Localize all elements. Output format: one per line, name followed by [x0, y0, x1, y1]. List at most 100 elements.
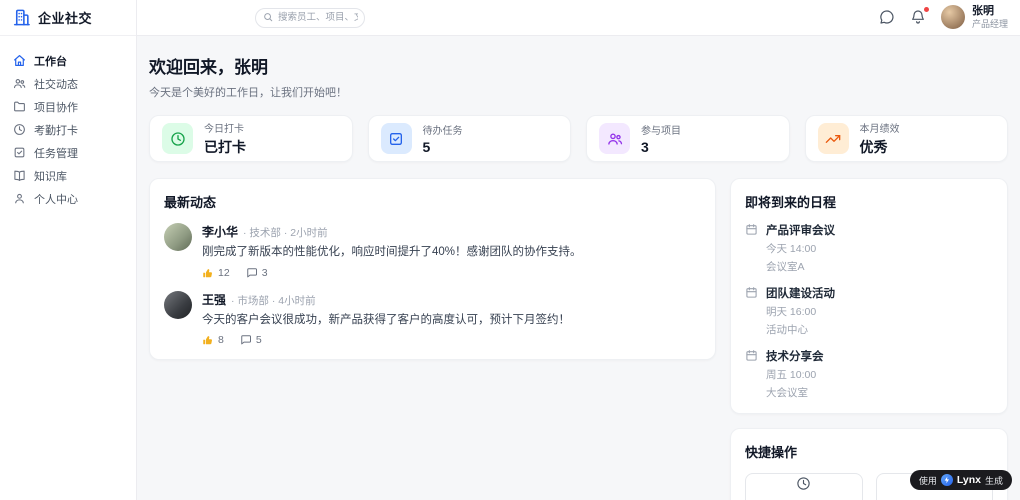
stat-label: 今日打卡	[204, 124, 244, 135]
event-title: 技术分享会	[766, 351, 824, 363]
trend-up-icon	[817, 123, 849, 154]
feed-post: 李小华 · 技术部 · 2小时前 刚完成了新版本的性能优化，响应时间提升了40%…	[164, 223, 701, 279]
thumbs-up-icon	[202, 267, 214, 279]
clock-icon	[796, 476, 811, 491]
badge-suffix: 生成	[984, 475, 1003, 486]
event-location: 大会议室	[766, 387, 808, 399]
header-actions: 张明 产品经理	[879, 5, 1020, 30]
avatar	[164, 290, 192, 319]
stat-value: 已打卡	[204, 139, 246, 155]
post-meta: · 技术部 · 2小时前	[243, 227, 328, 239]
stat-card-todo: 待办任务 5	[367, 115, 571, 162]
sidebar-item-label: 知识库	[34, 170, 67, 183]
thumbs-up-icon	[202, 334, 214, 346]
sidebar-item-workbench[interactable]: 工作台	[0, 49, 136, 72]
task-icon	[13, 146, 26, 159]
sidebar-item-label: 个人中心	[34, 193, 78, 206]
users-icon	[599, 123, 630, 154]
clock-icon	[13, 123, 26, 136]
clock-icon	[162, 123, 193, 154]
page-title: 欢迎回来，张明	[149, 58, 268, 77]
comment-button[interactable]: 5	[240, 334, 262, 346]
users-icon	[13, 77, 26, 90]
schedule-title: 即将到来的日程	[745, 195, 837, 210]
schedule-card: 即将到来的日程 产品评审会议 今天 14:00 会议室A 团队建设活动 明天 1…	[730, 178, 1008, 414]
schedule-event: 技术分享会 周五 10:00 大会议室	[745, 348, 993, 400]
like-button[interactable]: 8	[202, 334, 224, 346]
event-time: 今天 14:00	[766, 243, 817, 255]
feed-card: 最新动态 李小华 · 技术部 · 2小时前 刚完成了新版本的性能优化，响应时间提…	[149, 178, 716, 361]
chat-button[interactable]	[879, 9, 895, 25]
quick-actions-title: 快捷操作	[745, 445, 798, 460]
sidebar-item-attendance[interactable]: 考勤打卡	[0, 118, 136, 141]
stat-label: 待办任务	[422, 126, 463, 137]
stat-card-projects: 参与项目 3	[586, 115, 790, 162]
event-location: 会议室A	[766, 261, 805, 273]
comment-icon	[246, 267, 258, 279]
search-box	[255, 7, 365, 28]
comment-button[interactable]: 3	[246, 267, 268, 279]
lynx-badge[interactable]: 使用 Lynx 生成	[909, 470, 1012, 490]
page-subtitle: 今天是个美好的工作日，让我们开始吧！	[149, 87, 347, 99]
like-count: 8	[218, 334, 224, 347]
event-title: 产品评审会议	[766, 225, 835, 237]
top-bar: 张明 产品经理	[137, 0, 1020, 36]
checkin-button[interactable]: 打卡	[745, 473, 863, 500]
schedule-event: 团队建设活动 明天 16:00 活动中心	[745, 285, 993, 337]
post-content: 刚完成了新版本的性能优化，响应时间提升了40%！感谢团队的协作支持。	[202, 246, 582, 258]
sidebar-item-label: 项目协作	[34, 101, 78, 114]
chat-icon	[879, 9, 895, 25]
sidebar-item-social[interactable]: 社交动态	[0, 72, 136, 95]
post-meta: · 市场部 · 4小时前	[231, 294, 316, 307]
notifications-button[interactable]	[910, 7, 929, 25]
user-icon	[13, 192, 26, 205]
sidebar-item-knowledge[interactable]: 知识库	[0, 164, 136, 187]
sidebar-nav: 工作台 社交动态 项目协作 考勤打卡 任务管理 知识库 个人中心	[0, 36, 136, 210]
sidebar-item-projects[interactable]: 项目协作	[0, 95, 136, 118]
post-author: 王强	[202, 292, 227, 307]
post-author: 李小华	[202, 225, 239, 239]
lynx-logo-icon	[940, 474, 953, 486]
calendar-icon	[745, 286, 758, 337]
building-icon	[12, 8, 31, 27]
comment-count: 5	[255, 334, 262, 347]
feed-title: 最新动态	[164, 195, 217, 210]
comment-count: 3	[261, 266, 268, 279]
user-name: 张明	[971, 5, 994, 17]
stat-value: 优秀	[859, 139, 888, 155]
event-time: 周五 10:00	[766, 369, 817, 381]
comment-icon	[240, 334, 252, 346]
sidebar-item-label: 工作台	[34, 55, 67, 68]
sidebar-item-tasks[interactable]: 任务管理	[0, 141, 136, 164]
notification-dot	[923, 7, 929, 13]
sidebar-item-label: 社交动态	[34, 78, 78, 91]
stat-card-performance: 本月绩效 优秀	[804, 115, 1008, 162]
app-title: 企业社交	[38, 11, 93, 26]
main-content: 欢迎回来，张明 今天是个美好的工作日，让我们开始吧！ 今日打卡 已打卡 待办任务…	[137, 36, 1020, 500]
feed-post: 王强 · 市场部 · 4小时前 今天的客户会议很成功，新产品获得了客户的高度认可…	[164, 290, 701, 346]
app-logo: 企业社交	[0, 0, 136, 36]
stat-card-checkin: 今日打卡 已打卡	[149, 115, 353, 162]
search-icon	[263, 12, 273, 22]
badge-brand: Lynx	[956, 474, 981, 486]
user-menu[interactable]: 张明 产品经理	[940, 5, 1008, 30]
sidebar-item-label: 考勤打卡	[34, 124, 78, 137]
stat-label: 参与项目	[641, 126, 681, 137]
sidebar-item-label: 任务管理	[34, 147, 78, 160]
sidebar: 企业社交 工作台 社交动态 项目协作 考勤打卡 任务管理 知识库 个人中心	[0, 0, 137, 500]
sidebar-item-profile[interactable]: 个人中心	[0, 187, 136, 210]
user-role: 产品经理	[971, 19, 1008, 30]
like-button[interactable]: 12	[202, 267, 230, 279]
badge-prefix: 使用	[918, 475, 937, 486]
event-time: 明天 16:00	[766, 306, 817, 318]
calendar-icon	[745, 223, 758, 274]
schedule-event: 产品评审会议 今天 14:00 会议室A	[745, 222, 993, 274]
avatar	[940, 5, 965, 30]
stat-value: 5	[422, 139, 431, 155]
bell-icon	[910, 9, 926, 25]
event-location: 活动中心	[766, 324, 808, 336]
stats-row: 今日打卡 已打卡 待办任务 5 参与项目 3 本月绩效 优秀	[149, 115, 1008, 162]
stat-label: 本月绩效	[859, 124, 900, 135]
like-count: 12	[218, 266, 230, 279]
event-title: 团队建设活动	[766, 288, 835, 300]
